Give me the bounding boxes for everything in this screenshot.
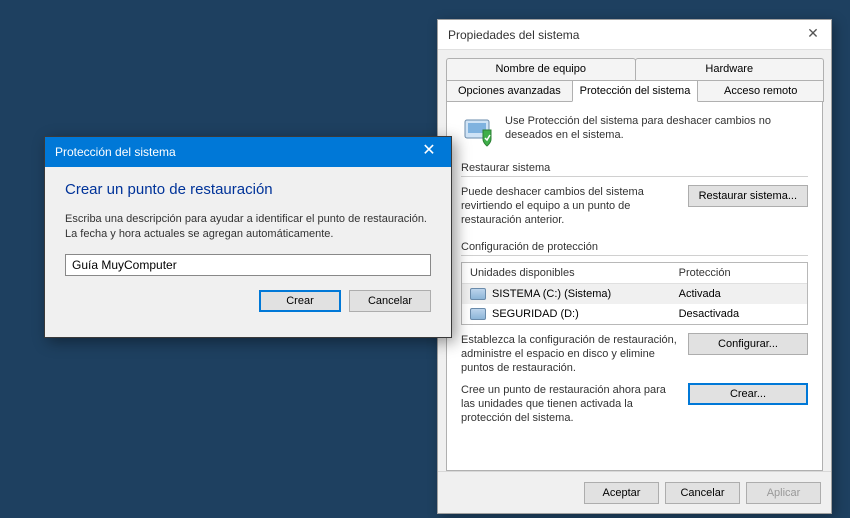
- restore-system-button[interactable]: Restaurar sistema...: [688, 185, 808, 207]
- column-protection: Protección: [671, 263, 807, 283]
- cancel-button[interactable]: Cancelar: [665, 482, 740, 504]
- shield-icon: [461, 114, 495, 148]
- tab-hardware[interactable]: Hardware: [635, 58, 825, 80]
- restore-section-label: Restaurar sistema: [461, 162, 808, 177]
- system-properties-titlebar: Propiedades del sistema ✕: [438, 20, 831, 50]
- table-row[interactable]: SEGURIDAD (D:) Desactivada: [462, 304, 807, 324]
- restore-description-input[interactable]: [65, 254, 431, 276]
- tab-remote[interactable]: Acceso remoto: [697, 80, 824, 102]
- restore-dialog-description: Escriba una descripción para ayudar a id…: [65, 212, 431, 242]
- tab-system-protection[interactable]: Protección del sistema: [572, 80, 699, 102]
- tab-strip: Nombre de equipo Hardware Opciones avanz…: [446, 58, 823, 102]
- drive-protection: Activada: [671, 286, 807, 302]
- drive-table: Unidades disponibles Protección SISTEMA …: [461, 262, 808, 325]
- drive-icon: [470, 308, 486, 320]
- restore-dialog-titlebar: Protección del sistema ✕: [45, 137, 451, 167]
- tab-computer-name[interactable]: Nombre de equipo: [446, 58, 636, 80]
- close-icon[interactable]: ✕: [801, 24, 825, 44]
- restore-dialog-title: Protección del sistema: [55, 145, 176, 159]
- apply-button[interactable]: Aplicar: [746, 482, 821, 504]
- config-section-label: Configuración de protección: [461, 241, 808, 256]
- drive-name: SEGURIDAD (D:): [492, 308, 579, 320]
- configure-text: Establezca la configuración de restaurac…: [461, 333, 678, 375]
- protection-header-text: Use Protección del sistema para deshacer…: [505, 114, 808, 148]
- ok-button[interactable]: Aceptar: [584, 482, 659, 504]
- tab-content: Use Protección del sistema para deshacer…: [446, 101, 823, 471]
- restore-dialog-buttons: Crear Cancelar: [65, 290, 431, 312]
- table-row[interactable]: SISTEMA (C:) (Sistema) Activada: [462, 284, 807, 304]
- protection-header: Use Protección del sistema para deshacer…: [461, 114, 808, 148]
- create-text: Cree un punto de restauración ahora para…: [461, 383, 678, 425]
- configure-button[interactable]: Configurar...: [688, 333, 808, 355]
- restore-dialog-body: Crear un punto de restauración Escriba u…: [45, 167, 451, 337]
- system-properties-title: Propiedades del sistema: [448, 28, 579, 42]
- restore-section-row: Puede deshacer cambios del sistema revir…: [461, 185, 808, 227]
- create-restore-point-button[interactable]: Crear...: [688, 383, 808, 405]
- create-restore-point-dialog: Protección del sistema ✕ Crear un punto …: [44, 136, 452, 338]
- drive-protection: Desactivada: [671, 306, 807, 322]
- dialog-button-row: Aceptar Cancelar Aplicar: [438, 471, 831, 513]
- system-properties-body: Nombre de equipo Hardware Opciones avanz…: [438, 50, 831, 471]
- create-button[interactable]: Crear: [259, 290, 341, 312]
- drive-table-header: Unidades disponibles Protección: [462, 263, 807, 284]
- drive-name: SISTEMA (C:) (Sistema): [492, 288, 611, 300]
- create-row: Cree un punto de restauración ahora para…: [461, 383, 808, 425]
- drive-icon: [470, 288, 486, 300]
- close-icon[interactable]: ✕: [407, 137, 451, 167]
- restore-section-text: Puede deshacer cambios del sistema revir…: [461, 185, 678, 227]
- tab-advanced[interactable]: Opciones avanzadas: [446, 80, 573, 102]
- restore-dialog-heading: Crear un punto de restauración: [65, 181, 431, 198]
- configure-row: Establezca la configuración de restaurac…: [461, 333, 808, 375]
- cancel-button[interactable]: Cancelar: [349, 290, 431, 312]
- column-drives: Unidades disponibles: [462, 263, 671, 283]
- system-properties-window: Propiedades del sistema ✕ Nombre de equi…: [437, 19, 832, 514]
